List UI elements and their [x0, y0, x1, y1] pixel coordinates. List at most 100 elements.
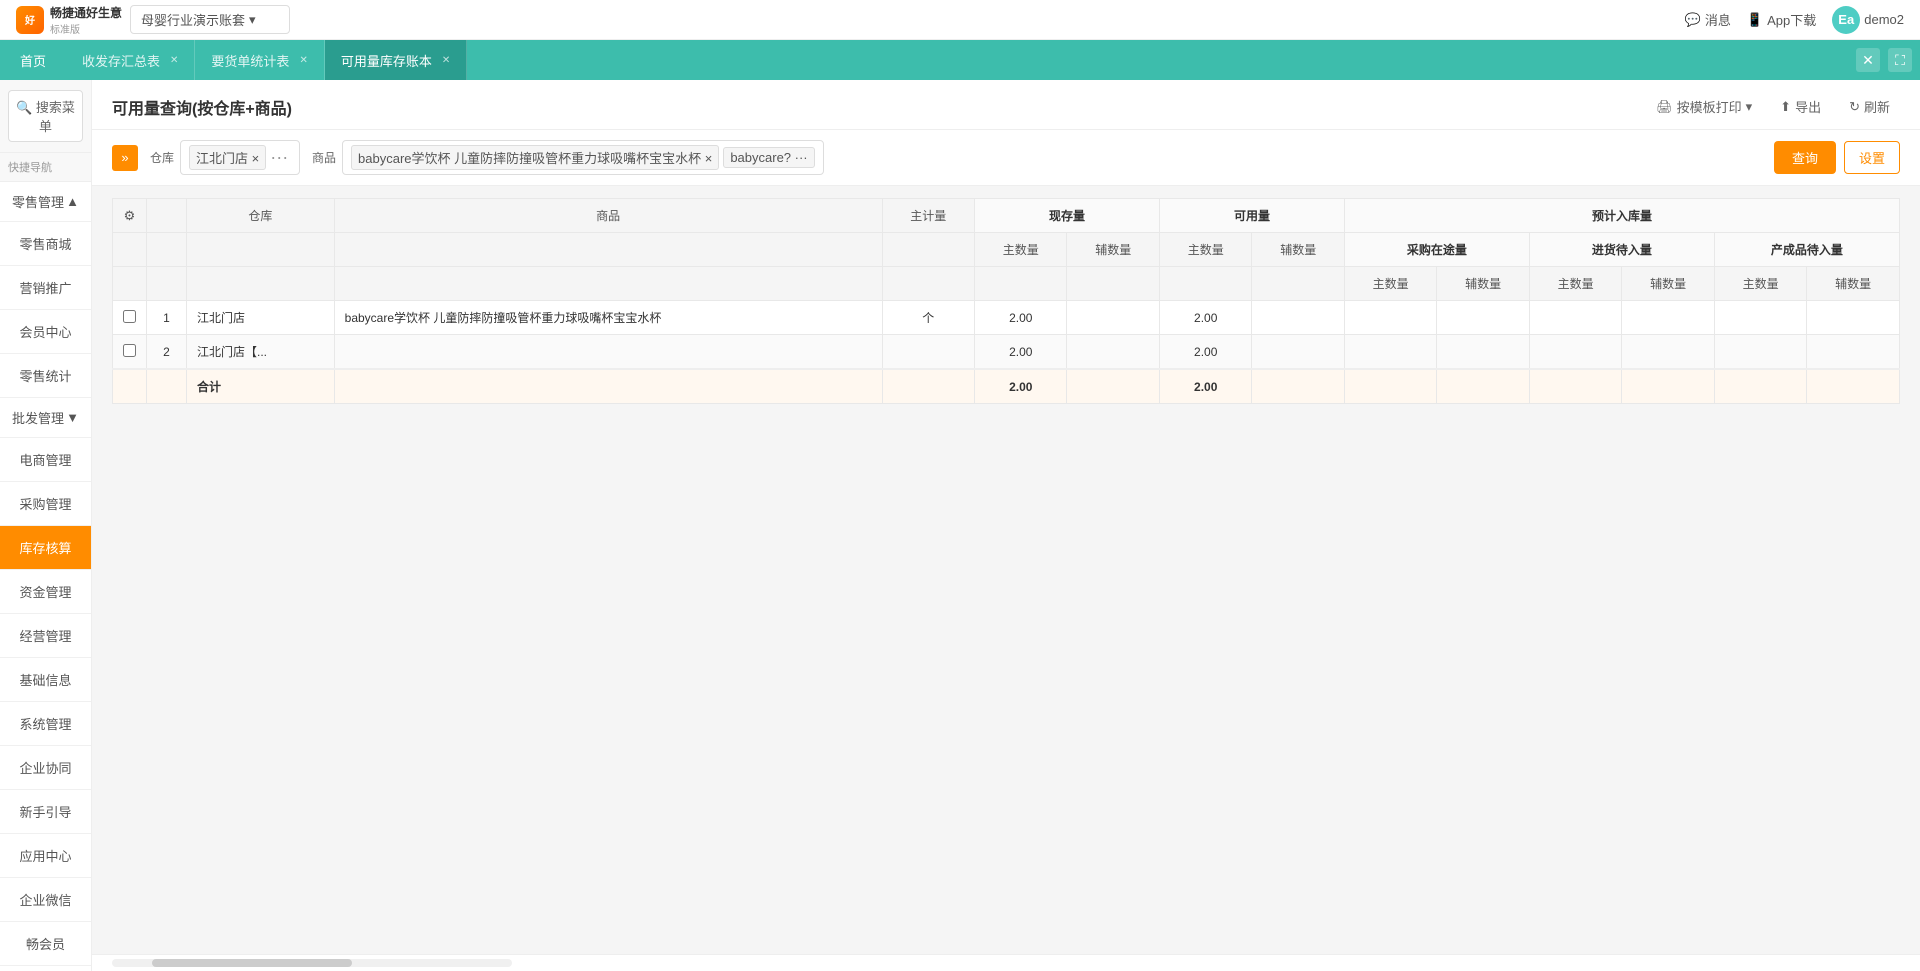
sidebar-item-basics[interactable]: 基础信息	[0, 658, 91, 702]
chevron-print-icon: ▾	[1746, 99, 1753, 115]
row2-product-aux	[1807, 335, 1900, 370]
logo-icon: 好	[16, 6, 44, 34]
tab-available-close-icon[interactable]: ✕	[442, 55, 450, 66]
footer-label: 合计	[187, 369, 335, 404]
export-btn[interactable]: ⬆ 导出	[1770, 92, 1831, 121]
estimated-inbound-header: 预计入库量	[1344, 199, 1899, 233]
current-stock-header: 现存量	[975, 199, 1160, 233]
tab-available-stock-label: 可用量库存账本	[341, 51, 432, 70]
message-icon: 💬	[1685, 12, 1701, 28]
row2-stock-main: 2.00	[975, 335, 1067, 370]
product-pending-sub: 产成品待入量	[1714, 233, 1899, 267]
industry-selector[interactable]: 母婴行业演示账套 ▾	[130, 5, 290, 34]
query-btn[interactable]: 查询	[1774, 141, 1836, 174]
filter-actions-right: 查询 设置	[1774, 141, 1900, 174]
user-name: demo2	[1864, 12, 1904, 27]
table-row: 1 江北门店 babycare学饮杯 儿童防摔防撞吸管杯重力球吸嘴杯宝宝水杯 个…	[113, 301, 1900, 335]
tab-order-stats[interactable]: 要货单统计表 ✕	[195, 40, 324, 80]
purchase-main-sub: 主数量	[1344, 267, 1436, 301]
settings-icon: ⚙	[124, 208, 136, 223]
num-col-header	[147, 199, 187, 233]
sidebar-item-wholesale[interactable]: 批发管理 ▼	[0, 398, 91, 438]
data-table: ⚙ 仓库 商品 主计量 现存量 可用量 预计入库量	[112, 198, 1900, 404]
row1-checkbox[interactable]	[113, 301, 147, 335]
row2-unit	[882, 335, 974, 370]
print-btn[interactable]: 🖨 按模板打印 ▾	[1646, 92, 1762, 121]
sidebar-item-corpwechat[interactable]: 企业微信	[0, 878, 91, 922]
top-bar-left: 好 畅捷通好生意 标准版 母婴行业演示账套 ▾	[16, 4, 290, 36]
setting-btn[interactable]: 设置	[1844, 141, 1900, 174]
industry-label: 母婴行业演示账套	[141, 10, 245, 29]
sidebar-item-retail-stats[interactable]: 零售统计	[0, 354, 91, 398]
row1-avail-aux	[1252, 301, 1344, 335]
sidebar-item-member[interactable]: 会员中心	[0, 310, 91, 354]
warehouse-input[interactable]: 江北门店 × ···	[180, 140, 300, 175]
tab-receipt-summary[interactable]: 收发存汇总表 ✕	[66, 40, 195, 80]
main-layout: 🔍 搜索菜单 快捷导航 零售管理 ▲ 零售商城 营销推广 会员中心 零售统计 批…	[0, 80, 1920, 971]
tab-order-stats-label: 要货单统计表	[211, 51, 289, 70]
app-label: App下载	[1767, 10, 1816, 29]
row1-unit: 个	[882, 301, 974, 335]
filter-expand-btn[interactable]: »	[112, 145, 138, 171]
tab-expand-btn[interactable]: ⛶	[1888, 48, 1912, 72]
warehouse-sub	[187, 233, 335, 267]
scrollbar-thumb[interactable]	[152, 959, 352, 967]
tab-receipt-close-icon[interactable]: ✕	[170, 55, 178, 66]
row2-warehouse: 江北门店【...	[187, 335, 335, 370]
avail-aux-sub: 辅数量	[1252, 233, 1344, 267]
sidebar-item-inventory[interactable]: 库存核算	[0, 526, 91, 570]
sidebar-retail-stats-label: 零售统计	[19, 366, 71, 385]
search-icon: 🔍	[16, 100, 36, 115]
product-tag1: babycare学饮杯 儿童防摔防撞吸管杯重力球吸嘴杯宝宝水杯 ×	[351, 145, 719, 170]
row1-stock-aux	[1067, 301, 1159, 335]
warehouse-more-icon[interactable]: ···	[270, 147, 288, 168]
sidebar-item-retail-mall[interactable]: 零售商城	[0, 222, 91, 266]
sidebar-item-marketing[interactable]: 营销推广	[0, 266, 91, 310]
tab-available-stock[interactable]: 可用量库存账本 ✕	[325, 40, 467, 80]
product-filter: 商品 babycare学饮杯 儿童防摔防撞吸管杯重力球吸嘴杯宝宝水杯 × bab…	[312, 140, 824, 175]
sidebar-system-label: 系统管理	[19, 714, 71, 733]
sidebar-item-appcenter[interactable]: 应用中心	[0, 834, 91, 878]
sidebar-search-btn[interactable]: 🔍 搜索菜单	[8, 90, 83, 142]
tab-order-close-icon[interactable]: ✕	[299, 55, 307, 66]
row2-product	[334, 335, 882, 370]
row1-inbound-aux	[1622, 301, 1714, 335]
row2-purchase-aux	[1437, 335, 1529, 370]
sidebar-item-newbie[interactable]: 新手引导	[0, 790, 91, 834]
scrollbar-track[interactable]	[112, 959, 512, 967]
footer-stock-main: 2.00	[975, 369, 1067, 404]
unit-sub	[882, 233, 974, 267]
sidebar-ecommerce-label: 电商管理	[19, 450, 71, 469]
tab-home[interactable]: 首页	[0, 40, 66, 80]
sidebar-item-ecommerce[interactable]: 电商管理	[0, 438, 91, 482]
inbound-pending-sub: 进货待入量	[1529, 233, 1714, 267]
chevron-wholesale-icon: ▼	[66, 410, 79, 425]
row2-purchase-main	[1344, 335, 1436, 370]
sidebar-item-member2[interactable]: 畅会员	[0, 922, 91, 966]
sidebar-item-purchase[interactable]: 采购管理	[0, 482, 91, 526]
num-sub	[147, 233, 187, 267]
settings-col-header[interactable]: ⚙	[113, 199, 147, 233]
tab-close-all-btn[interactable]: ✕	[1856, 48, 1880, 72]
sidebar-item-enterprise[interactable]: 企业协同	[0, 746, 91, 790]
product-input[interactable]: babycare学饮杯 儿童防摔防撞吸管杯重力球吸嘴杯宝宝水杯 × babyca…	[342, 140, 824, 175]
sidebar-marketing-label: 营销推广	[19, 278, 71, 297]
sidebar-retail-mall-label: 零售商城	[19, 234, 71, 253]
user-item[interactable]: Ea demo2	[1832, 6, 1904, 34]
app-download-item[interactable]: 📱 App下载	[1747, 10, 1816, 29]
logo-area: 好 畅捷通好生意 标准版	[16, 4, 122, 36]
product-aux-sub: 辅数量	[1807, 267, 1900, 301]
message-item[interactable]: 💬 消息	[1685, 10, 1731, 29]
sidebar-finance-label: 资金管理	[19, 582, 71, 601]
top-bar-right: 💬 消息 📱 App下载 Ea demo2	[1685, 6, 1904, 34]
warehouse-filter: 仓库 江北门店 × ···	[150, 140, 300, 175]
sidebar-item-retail-mgmt[interactable]: 零售管理 ▲	[0, 182, 91, 222]
row2-checkbox[interactable]	[113, 335, 147, 370]
row2-avail-main: 2.00	[1159, 335, 1251, 370]
sidebar-item-operations[interactable]: 经营管理	[0, 614, 91, 658]
refresh-btn[interactable]: ↻ 刷新	[1839, 92, 1900, 121]
sidebar-operations-label: 经营管理	[19, 626, 71, 645]
sidebar-item-finance[interactable]: 资金管理	[0, 570, 91, 614]
row1-product-main	[1714, 301, 1806, 335]
sidebar-item-system[interactable]: 系统管理	[0, 702, 91, 746]
